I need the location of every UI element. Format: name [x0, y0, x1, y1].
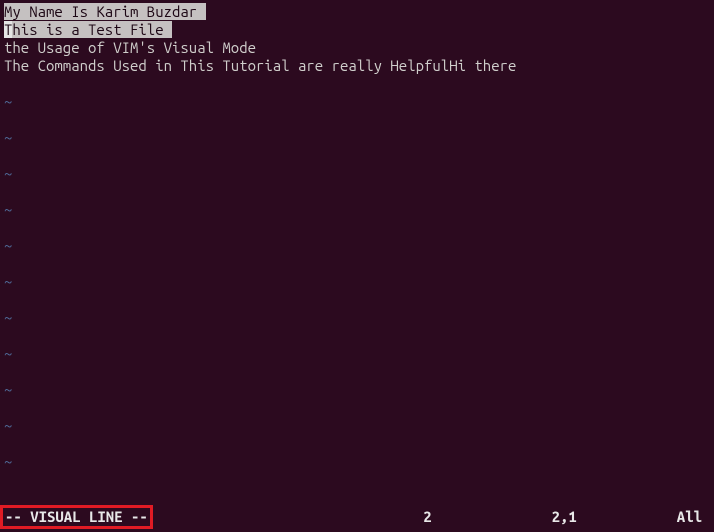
status-right: 2 2,1 All	[423, 508, 702, 526]
visual-selection: My Name Is Karim Buzdar	[4, 3, 197, 20]
empty-line	[4, 147, 710, 165]
tilde-indicator: ~	[4, 129, 12, 146]
tilde-indicator: ~	[4, 309, 12, 326]
status-bar: -- VISUAL LINE -- 2 2,1 All	[0, 508, 714, 526]
editor-text-area[interactable]: My Name Is Karim Buzdar This is a Test F…	[0, 0, 714, 489]
tilde-indicator: ~	[4, 345, 12, 362]
text-line: This is a Test File	[4, 21, 710, 39]
tilde-indicator: ~	[4, 453, 12, 470]
empty-line: ~	[4, 309, 710, 327]
empty-line: ~	[4, 345, 710, 363]
empty-line: ~	[4, 417, 710, 435]
tilde-indicator: ~	[4, 201, 12, 218]
text-line: The Commands Used in This Tutorial are r…	[4, 57, 710, 75]
cursor-position: 2,1	[552, 508, 577, 526]
visual-selection-trail	[164, 21, 172, 38]
empty-line: ~	[4, 237, 710, 255]
empty-line	[4, 435, 710, 453]
empty-line: ~	[4, 93, 710, 111]
tilde-indicator: ~	[4, 381, 12, 398]
empty-line	[4, 219, 710, 237]
empty-line	[4, 399, 710, 417]
tilde-indicator: ~	[4, 93, 12, 110]
visual-line-count: 2	[423, 508, 431, 526]
tilde-indicator: ~	[4, 237, 12, 254]
empty-line: ~	[4, 201, 710, 219]
empty-line: ~	[4, 381, 710, 399]
empty-line	[4, 471, 710, 489]
mode-indicator: -- VISUAL LINE --	[0, 505, 153, 529]
empty-line	[4, 255, 710, 273]
empty-line	[4, 327, 710, 345]
empty-line	[4, 75, 710, 93]
empty-line	[4, 183, 710, 201]
text-line: My Name Is Karim Buzdar	[4, 3, 710, 21]
text-line: the Usage of VIM's Visual Mode	[4, 39, 710, 57]
empty-line: ~	[4, 453, 710, 471]
empty-line: ~	[4, 165, 710, 183]
tilde-indicator: ~	[4, 165, 12, 182]
empty-line	[4, 363, 710, 381]
empty-line	[4, 111, 710, 129]
visual-selection: his is a Test File	[12, 21, 163, 38]
empty-line	[4, 291, 710, 309]
visual-selection-trail	[197, 3, 205, 20]
scroll-indicator: All	[677, 508, 702, 526]
empty-line: ~	[4, 129, 710, 147]
tilde-indicator: ~	[4, 417, 12, 434]
empty-line: ~	[4, 273, 710, 291]
tilde-indicator: ~	[4, 273, 12, 290]
